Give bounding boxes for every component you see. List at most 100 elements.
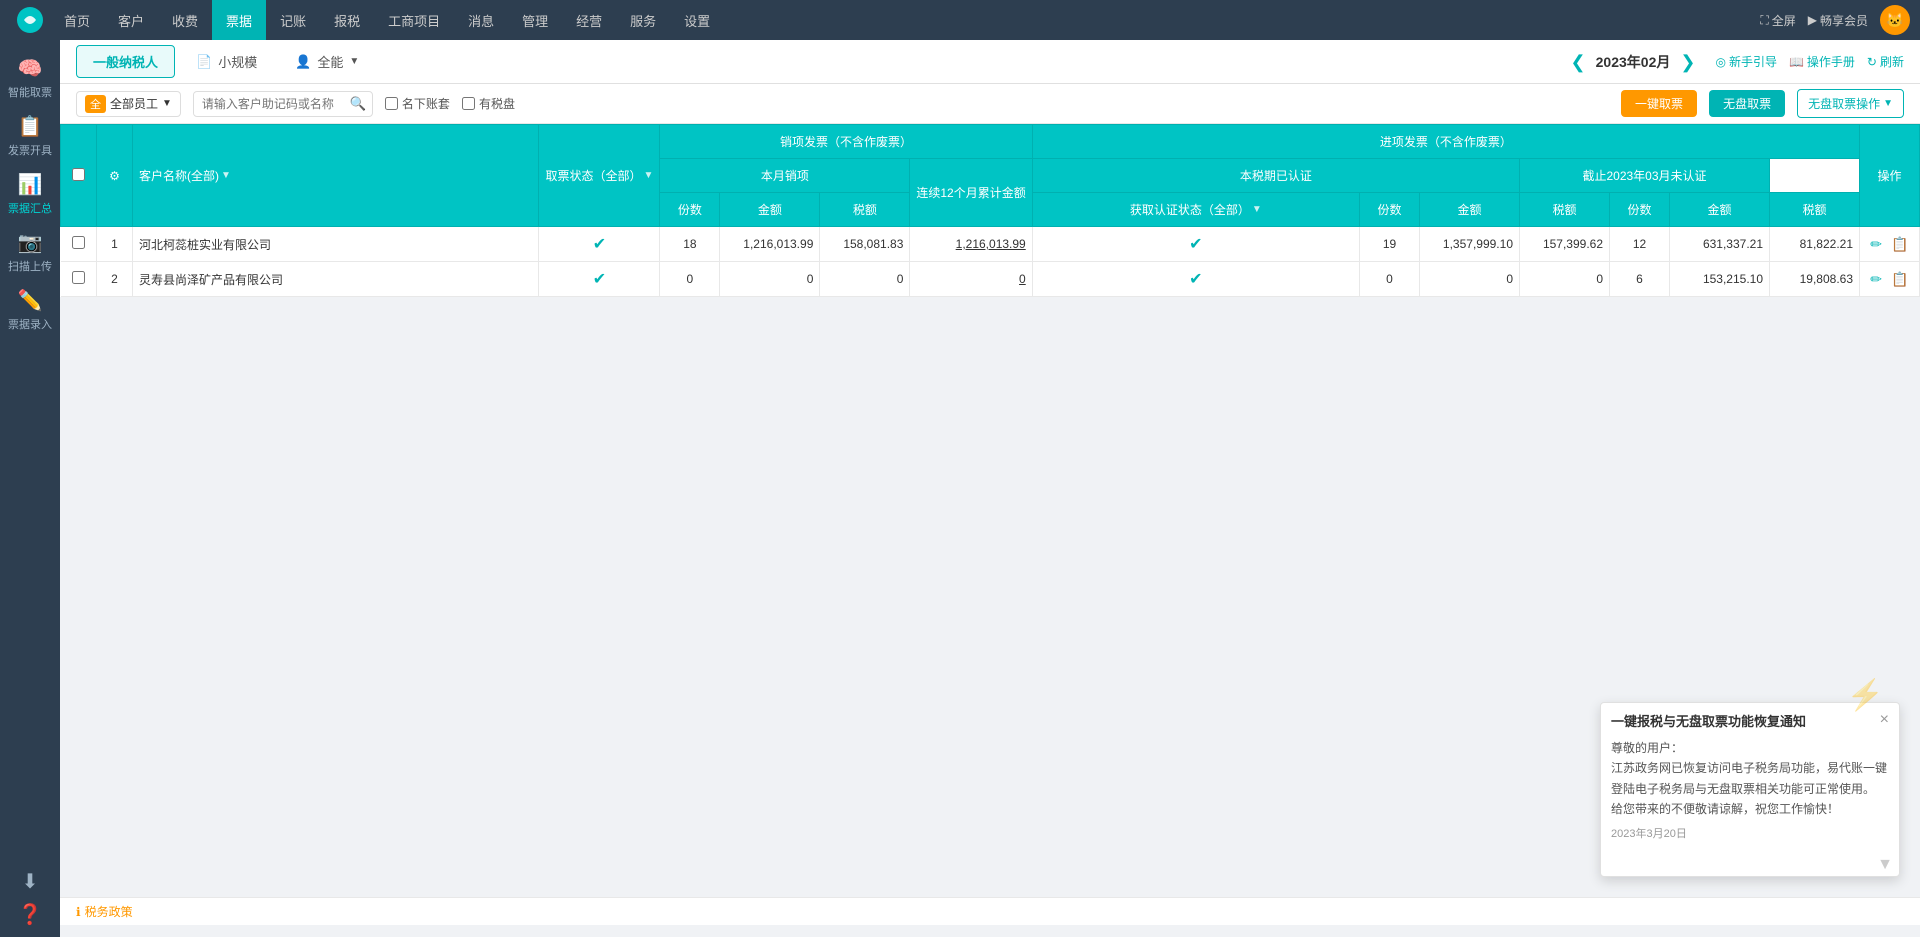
nav-right-actions: ⛶ 全屏 ▶ 畅享会员 🐱 <box>1760 5 1910 35</box>
invoice-open-icon: 📋 <box>18 114 43 139</box>
row-sales-amount-0: 1,216,013.99 <box>720 227 820 262</box>
scan-upload-icon: 📷 <box>18 230 43 255</box>
scroll-down-icon: ▼ <box>1877 856 1893 874</box>
nav-home[interactable]: 首页 <box>50 0 104 40</box>
view-icon-0[interactable]: 📋 <box>1891 236 1908 252</box>
prev-month-button[interactable]: ❮ <box>1571 53 1586 71</box>
nav-bookkeeping[interactable]: 记账 <box>266 0 320 40</box>
th-cumulative-12m: 连续12个月累计金额 <box>910 159 1032 227</box>
employee-filter-label: 全部员工 <box>110 95 158 112</box>
row-name-1: 灵寿县尚泽矿产品有限公司 <box>133 262 539 297</box>
taxdisk-checkbox[interactable] <box>462 97 475 110</box>
refresh-button[interactable]: ↻ 刷新 <box>1867 53 1904 70</box>
nav-settings[interactable]: 设置 <box>670 0 724 40</box>
tax-policy-link[interactable]: ℹ 税务政策 <box>76 903 133 920</box>
fullscreen-icon: ⛶ <box>1760 13 1768 28</box>
fetch-status-filter-icon: ▼ <box>643 170 653 181</box>
refresh-icon: ↻ <box>1867 55 1877 69</box>
one-click-fetch-button[interactable]: 一键取票 <box>1621 90 1697 117</box>
sidebar-download-icon[interactable]: ⬇ <box>22 869 39 894</box>
member-icon: ▶ <box>1808 13 1817 27</box>
fullscreen-button[interactable]: ⛶ 全屏 <box>1760 12 1795 29</box>
ops-dropdown-icon: ▼ <box>1883 98 1893 109</box>
row-sales-tax-0: 158,081.83 <box>820 227 910 262</box>
notification-body: 尊敬的用户： 江苏政务网已恢复访问电子税务局功能，易代账一键登陆电子税务局与无盘… <box>1601 734 1899 854</box>
search-button[interactable]: 🔍 <box>344 92 373 116</box>
nav-message[interactable]: 消息 <box>454 0 508 40</box>
search-box: 🔍 <box>193 91 373 117</box>
user-avatar[interactable]: 🐱 <box>1880 5 1910 35</box>
manual-button[interactable]: 📖 操作手册 <box>1789 53 1855 70</box>
tab-general-taxpayer[interactable]: 一般纳税人 <box>76 45 175 78</box>
notification-popup: ⚡ 一键报税与无盘取票功能恢复通知 × 尊敬的用户： 江苏政务网已恢复访问电子税… <box>1600 702 1900 877</box>
current-month-label: 2023年02月 <box>1596 52 1671 72</box>
nav-operation[interactable]: 经营 <box>562 0 616 40</box>
next-month-button[interactable]: ❯ <box>1680 53 1695 71</box>
table-row: 1 河北柯蕊桩实业有限公司 ✔ 18 1,216,013.99 158,081.… <box>61 227 1920 262</box>
th-monthly-sales: 本月销项 <box>660 159 910 193</box>
invoice-table: ⚙ 客户名称(全部) ▼ 取票状态（全部） ▼ 销项发票（不含作废票） <box>60 124 1920 297</box>
edit-icon-0[interactable]: ✏ <box>1870 236 1882 252</box>
sidebar-item-scan-upload[interactable]: 📷 扫描上传 <box>2 224 58 280</box>
row-purchase-count-1: 0 <box>1360 262 1420 297</box>
th-confirm-status: 获取认证状态（全部） ▼ <box>1032 193 1359 227</box>
taxdisk-checkbox-text: 有税盘 <box>479 95 515 112</box>
row-checkbox-1[interactable] <box>72 271 85 284</box>
nav-service[interactable]: 服务 <box>616 0 670 40</box>
row-checkbox-0[interactable] <box>72 236 85 249</box>
th-checkbox <box>61 125 97 227</box>
employee-filter[interactable]: 全 全部员工 ▼ <box>76 91 181 117</box>
no-disk-ops-button[interactable]: 无盘取票操作 ▼ <box>1797 89 1904 118</box>
row-sales-amount-1: 0 <box>720 262 820 297</box>
edit-icon-1[interactable]: ✏ <box>1870 271 1882 287</box>
row-unpaid-tax-1: 19,808.63 <box>1770 262 1860 297</box>
th-unpaid-amount: 金额 <box>1670 193 1770 227</box>
sidebar-item-invoice-summary[interactable]: 📊 票据汇总 <box>2 166 58 222</box>
tab-all[interactable]: 👤 全能 ▼ <box>278 45 376 78</box>
nav-customer[interactable]: 客户 <box>104 0 158 40</box>
myaccount-checkbox-text: 名下账套 <box>402 95 450 112</box>
sidebar-item-invoice-entry[interactable]: ✏️ 票据录入 <box>2 282 58 338</box>
th-ops: 操作 <box>1860 125 1920 227</box>
th-sales-invoice: 销项发票（不含作废票） <box>660 125 1032 159</box>
th-unpaid-count: 份数 <box>1610 193 1670 227</box>
table-row: 2 灵寿县尚泽矿产品有限公司 ✔ 0 0 0 0 ✔ 0 0 0 6 153,2… <box>61 262 1920 297</box>
manual-icon: 📖 <box>1789 55 1804 69</box>
search-input[interactable] <box>194 93 344 115</box>
sidebar-help-icon[interactable]: ❓ <box>18 902 43 927</box>
sidebar-item-invoice-open[interactable]: 📋 发票开具 <box>2 108 58 164</box>
taxdisk-checkbox-label[interactable]: 有税盘 <box>462 95 515 112</box>
notification-text: 江苏政务网已恢复访问电子税务局功能，易代账一键登陆电子税务局与无盘取票相关功能可… <box>1611 758 1889 799</box>
nav-tax[interactable]: 报税 <box>320 0 374 40</box>
view-icon-1[interactable]: 📋 <box>1891 271 1908 287</box>
row-purchase-amount-0: 1,357,999.10 <box>1420 227 1520 262</box>
th-sales-amount: 金额 <box>720 193 820 227</box>
nav-management[interactable]: 管理 <box>508 0 562 40</box>
myaccount-checkbox[interactable] <box>385 97 398 110</box>
myaccount-checkbox-label[interactable]: 名下账套 <box>385 95 450 112</box>
newbie-guide-icon: ◎ <box>1715 55 1725 69</box>
nav-business[interactable]: 工商项目 <box>374 0 454 40</box>
row-sales-tax-1: 0 <box>820 262 910 297</box>
newbie-guide-button[interactable]: ◎ 新手引导 <box>1715 53 1777 70</box>
th-purchase-count: 份数 <box>1360 193 1420 227</box>
nav-invoice[interactable]: 票据 <box>212 0 266 40</box>
row-unpaid-amount-0: 631,337.21 <box>1670 227 1770 262</box>
employee-filter-badge: 全 <box>85 95 106 113</box>
invoice-summary-icon: 📊 <box>18 172 43 197</box>
row-checkbox-cell <box>61 227 97 262</box>
th-sales-tax: 税额 <box>820 193 910 227</box>
notification-footer: 给您带来的不便敬请谅解，祝您工作愉快！ <box>1611 799 1889 819</box>
notification-close-button[interactable]: × <box>1880 711 1889 729</box>
select-all-checkbox[interactable] <box>72 168 85 181</box>
no-disk-fetch-button[interactable]: 无盘取票 <box>1709 90 1785 117</box>
row-unpaid-count-0: 12 <box>1610 227 1670 262</box>
sidebar-item-smart-fetch[interactable]: 🧠 智能取票 <box>2 50 58 106</box>
tab-small-scale[interactable]: 📄 小规模 <box>179 45 274 78</box>
row-cumulative-1: 0 <box>910 262 1032 297</box>
smart-fetch-icon: 🧠 <box>18 56 43 81</box>
member-button[interactable]: ▶ 畅享会员 <box>1808 12 1868 29</box>
th-fetch-status: 取票状态（全部） ▼ <box>539 125 660 227</box>
nav-billing[interactable]: 收费 <box>158 0 212 40</box>
row-purchase-tax-0: 157,399.62 <box>1520 227 1610 262</box>
